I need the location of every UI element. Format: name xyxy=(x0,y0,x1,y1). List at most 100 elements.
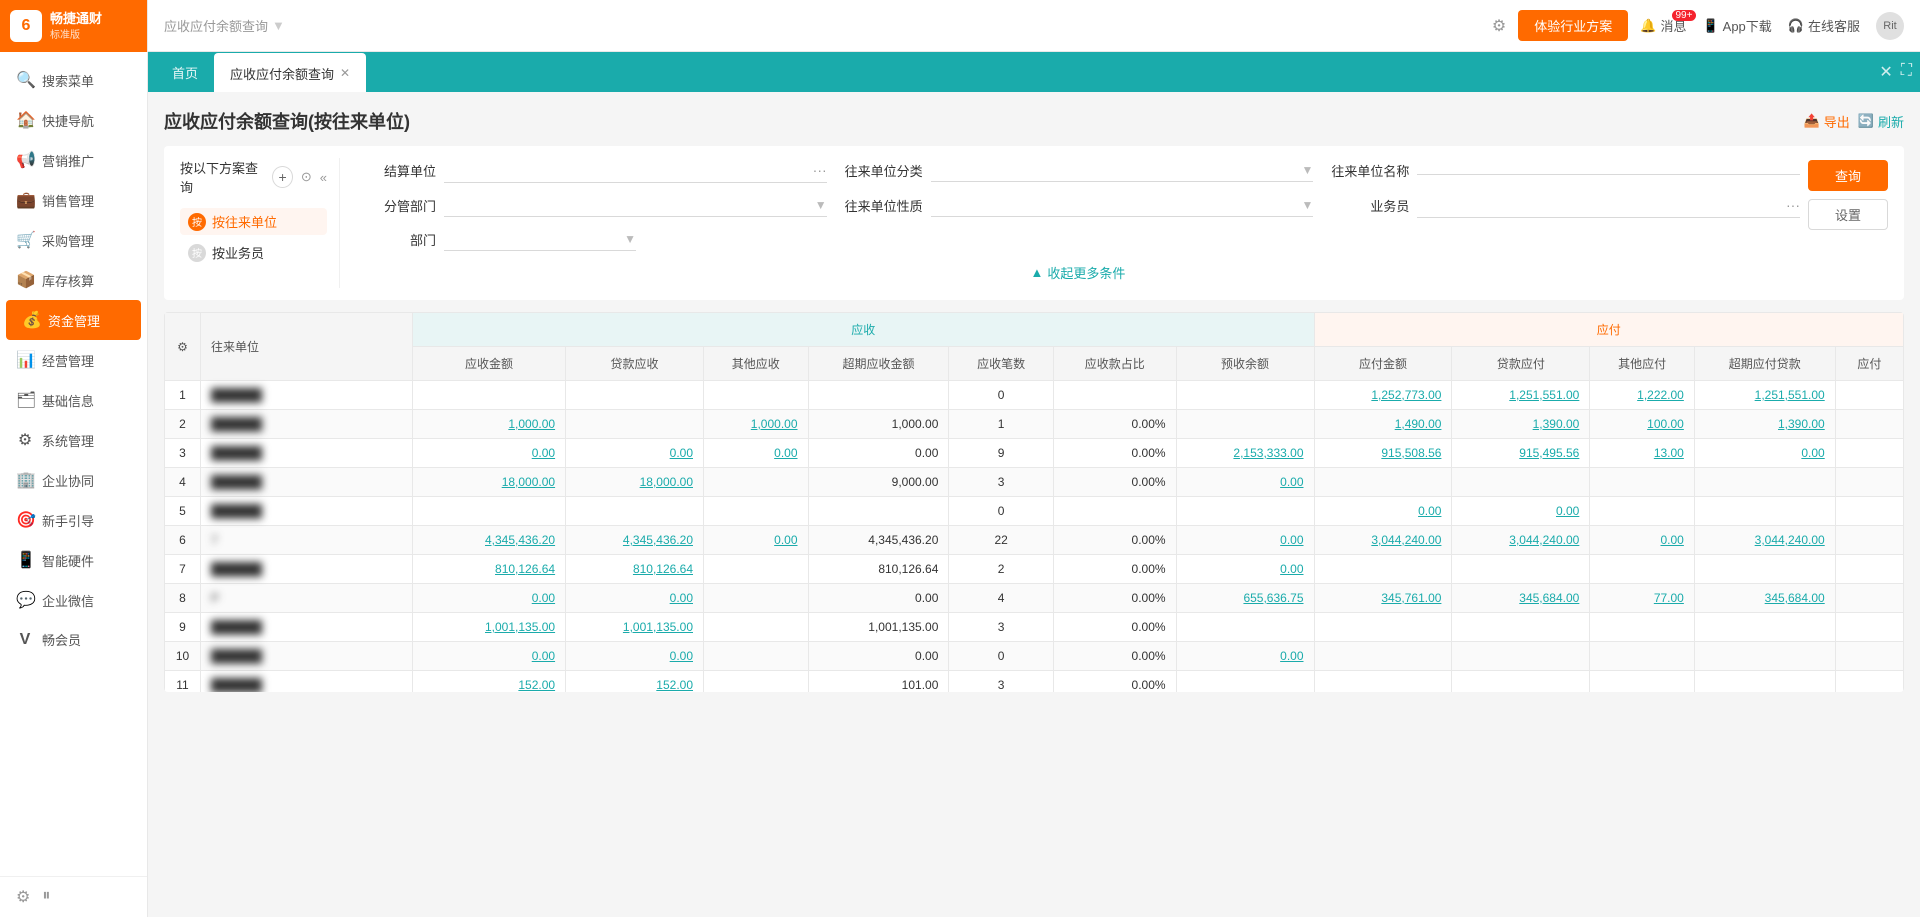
tab-expand-icon[interactable]: ⛶ xyxy=(1901,62,1912,82)
home-icon: 🏠 xyxy=(16,110,34,130)
filter-settings-icon[interactable]: ⊙ xyxy=(301,169,312,185)
refresh-button[interactable]: 🔄 刷新 xyxy=(1858,112,1904,131)
ar-group-header: 应收 xyxy=(413,313,1314,347)
query-button[interactable]: 查询 xyxy=(1808,160,1888,191)
inventory-icon: 📦 xyxy=(16,270,34,290)
settings-bottom-icon[interactable]: ⚙ xyxy=(16,887,30,907)
logo-text: 畅捷通财 xyxy=(50,11,102,27)
partner-cell: ██████ xyxy=(201,613,413,642)
table-row: 11██████152.00152.00101.0030.00% xyxy=(165,671,1904,693)
sidebar-item-operation[interactable]: 📊 经营管理 xyxy=(0,340,147,380)
col-ar-ratio: 应收款占比 xyxy=(1053,347,1176,381)
tab-close-icon[interactable]: ✕ xyxy=(340,66,350,80)
filter-item-nature: 往来单位性质 ▼ xyxy=(843,194,1314,217)
filter-add-button[interactable]: + xyxy=(272,166,293,188)
settlement-unit-dots-icon[interactable]: ··· xyxy=(813,162,827,178)
app-download-button[interactable]: 📱 App下载 xyxy=(1702,16,1771,35)
partner-name-input[interactable] xyxy=(1417,166,1800,175)
page-content: 应收应付余额查询(按往来单位) 📤 导出 🔄 刷新 按以下方案查询 xyxy=(148,92,1920,917)
tab-ar-ap[interactable]: 应收应付余额查询 ✕ xyxy=(214,53,366,93)
tab-home[interactable]: 首页 xyxy=(156,52,214,92)
filter-collapse-icon[interactable]: « xyxy=(320,170,327,185)
breadcrumb-text: 应收应付余额查询 xyxy=(164,16,268,35)
filter-area: 按以下方案查询 + ⊙ « 按 按往来单位 按 按业务员 xyxy=(164,146,1904,300)
settlement-unit-label: 结算单位 xyxy=(356,161,436,180)
breadcrumb-chevron-icon: ▼ xyxy=(272,18,285,33)
salesman-dots-icon[interactable]: ··· xyxy=(1786,197,1800,213)
logo-icon: 6 xyxy=(10,10,42,42)
table-row: 4██████18,000.0018,000.009,000.0030.00%0… xyxy=(165,468,1904,497)
scheme-by-salesman[interactable]: 按 按业务员 xyxy=(180,239,327,266)
sidebar-item-enterprise[interactable]: 🏢 企业协同 xyxy=(0,460,147,500)
filter-header-label: 按以下方案查询 xyxy=(180,158,264,196)
tab-minimize-icon[interactable]: ✕ xyxy=(1879,62,1892,82)
pause-bottom-icon[interactable]: ⏸ xyxy=(42,887,50,907)
refresh-label: 刷新 xyxy=(1878,112,1904,131)
dept-manager-input[interactable]: ▼ xyxy=(444,194,827,217)
page-header: 应收应付余额查询(按往来单位) 📤 导出 🔄 刷新 xyxy=(164,108,1904,134)
notification-button[interactable]: 🔔 消息 99+ xyxy=(1640,16,1686,35)
partner-category-label: 往来单位分类 xyxy=(843,161,923,180)
guide-icon: 🎯 xyxy=(16,510,34,530)
filter-fields: 结算单位 ··· 往来单位分类 ▼ xyxy=(356,158,1800,288)
collapse-button[interactable]: ▲ 收起更多条件 xyxy=(356,257,1800,288)
sidebar-item-quick-nav[interactable]: 🏠 快捷导航 xyxy=(0,100,147,140)
sidebar-item-inventory[interactable]: 📦 库存核算 xyxy=(0,260,147,300)
logo-text-block: 畅捷通财 标准版 xyxy=(50,11,102,42)
sales-icon: 💼 xyxy=(16,190,34,210)
logo-sub: 标准版 xyxy=(50,26,102,41)
sidebar-item-hardware[interactable]: 📱 智能硬件 xyxy=(0,540,147,580)
sidebar-item-wechat[interactable]: 💬 企业微信 xyxy=(0,580,147,620)
scheme-salesman-label: 按业务员 xyxy=(212,243,264,262)
topbar-gear-icon[interactable]: ⚙ xyxy=(1492,16,1506,36)
filter-row-2: 分管部门 ▼ 往来单位性质 ▼ xyxy=(356,193,1800,218)
sidebar-item-label: 基础信息 xyxy=(42,391,94,410)
department-input[interactable]: ▼ xyxy=(444,228,636,251)
sidebar-item-guide[interactable]: 🎯 新手引导 xyxy=(0,500,147,540)
scheme-by-partner[interactable]: 按 按往来单位 xyxy=(180,208,327,235)
sidebar-item-base-info[interactable]: 🗂 基础信息 xyxy=(0,380,147,420)
sidebar-bottom: ⚙ ⏸ xyxy=(0,876,147,917)
sidebar-item-label: 智能硬件 xyxy=(42,551,94,570)
sidebar-item-label: 企业协同 xyxy=(42,471,94,490)
export-button[interactable]: 📤 导出 xyxy=(1804,112,1850,131)
app-download-label: App下载 xyxy=(1723,16,1772,35)
solution-button[interactable]: 体验行业方案 xyxy=(1518,10,1628,41)
setting-button[interactable]: 设置 xyxy=(1808,199,1888,230)
partner-cell: ██████ xyxy=(201,497,413,526)
sidebar-item-finance[interactable]: 💰 资金管理 xyxy=(6,300,141,340)
department-label: 部门 xyxy=(356,230,436,249)
partner-cell: ██████ xyxy=(201,381,413,410)
operation-icon: 📊 xyxy=(16,350,34,370)
user-avatar[interactable]: Rit xyxy=(1876,12,1904,40)
member-icon: V xyxy=(16,631,34,649)
sidebar-item-sales[interactable]: 💼 销售管理 xyxy=(0,180,147,220)
filter-right-panel: 结算单位 ··· 往来单位分类 ▼ xyxy=(356,158,1888,288)
partner-category-input[interactable]: ▼ xyxy=(931,159,1314,182)
settlement-unit-input[interactable]: ··· xyxy=(444,158,827,183)
table-wrapper[interactable]: ⚙ 往来单位 应收 应付 应收金额 贷款应收 其他应收 超期应收金额 应收笔数 … xyxy=(164,312,1904,692)
salesman-input[interactable]: ··· xyxy=(1417,193,1800,218)
sidebar-item-search-menu[interactable]: 🔍 搜索菜单 xyxy=(0,60,147,100)
sidebar-item-member[interactable]: V 畅会员 xyxy=(0,620,147,659)
partner-cell: 7 xyxy=(201,526,413,555)
online-service-button[interactable]: 🎧 在线客服 xyxy=(1788,16,1860,35)
sidebar-item-label: 资金管理 xyxy=(48,311,100,330)
page-title: 应收应付余额查询(按往来单位) xyxy=(164,108,410,134)
scheme-panel: 按以下方案查询 + ⊙ « 按 按往来单位 按 按业务员 xyxy=(180,158,340,288)
partner-col-header: 往来单位 xyxy=(201,313,413,381)
table-row: 10██████0.000.000.0000.00%0.00 xyxy=(165,642,1904,671)
sidebar-item-label: 库存核算 xyxy=(42,271,94,290)
sidebar-item-system[interactable]: ⚙ 系统管理 xyxy=(0,420,147,460)
partner-nature-input[interactable]: ▼ xyxy=(931,194,1314,217)
sidebar-item-purchase[interactable]: 🛒 采购管理 xyxy=(0,220,147,260)
sidebar-item-marketing[interactable]: 📢 营销推广 xyxy=(0,140,147,180)
refresh-icon: 🔄 xyxy=(1858,113,1874,129)
export-label: 导出 xyxy=(1824,112,1850,131)
tab-controls: ✕ ⛶ xyxy=(1879,62,1912,82)
download-icon: 📱 xyxy=(1702,18,1718,34)
table-settings-icon[interactable]: ⚙ xyxy=(165,313,201,381)
table-row: 8P0.000.000.0040.00%655,636.75345,761.00… xyxy=(165,584,1904,613)
table-row: 7██████810,126.64810,126.64810,126.6420.… xyxy=(165,555,1904,584)
tabbar: 首页 应收应付余额查询 ✕ ✕ ⛶ xyxy=(148,52,1920,92)
